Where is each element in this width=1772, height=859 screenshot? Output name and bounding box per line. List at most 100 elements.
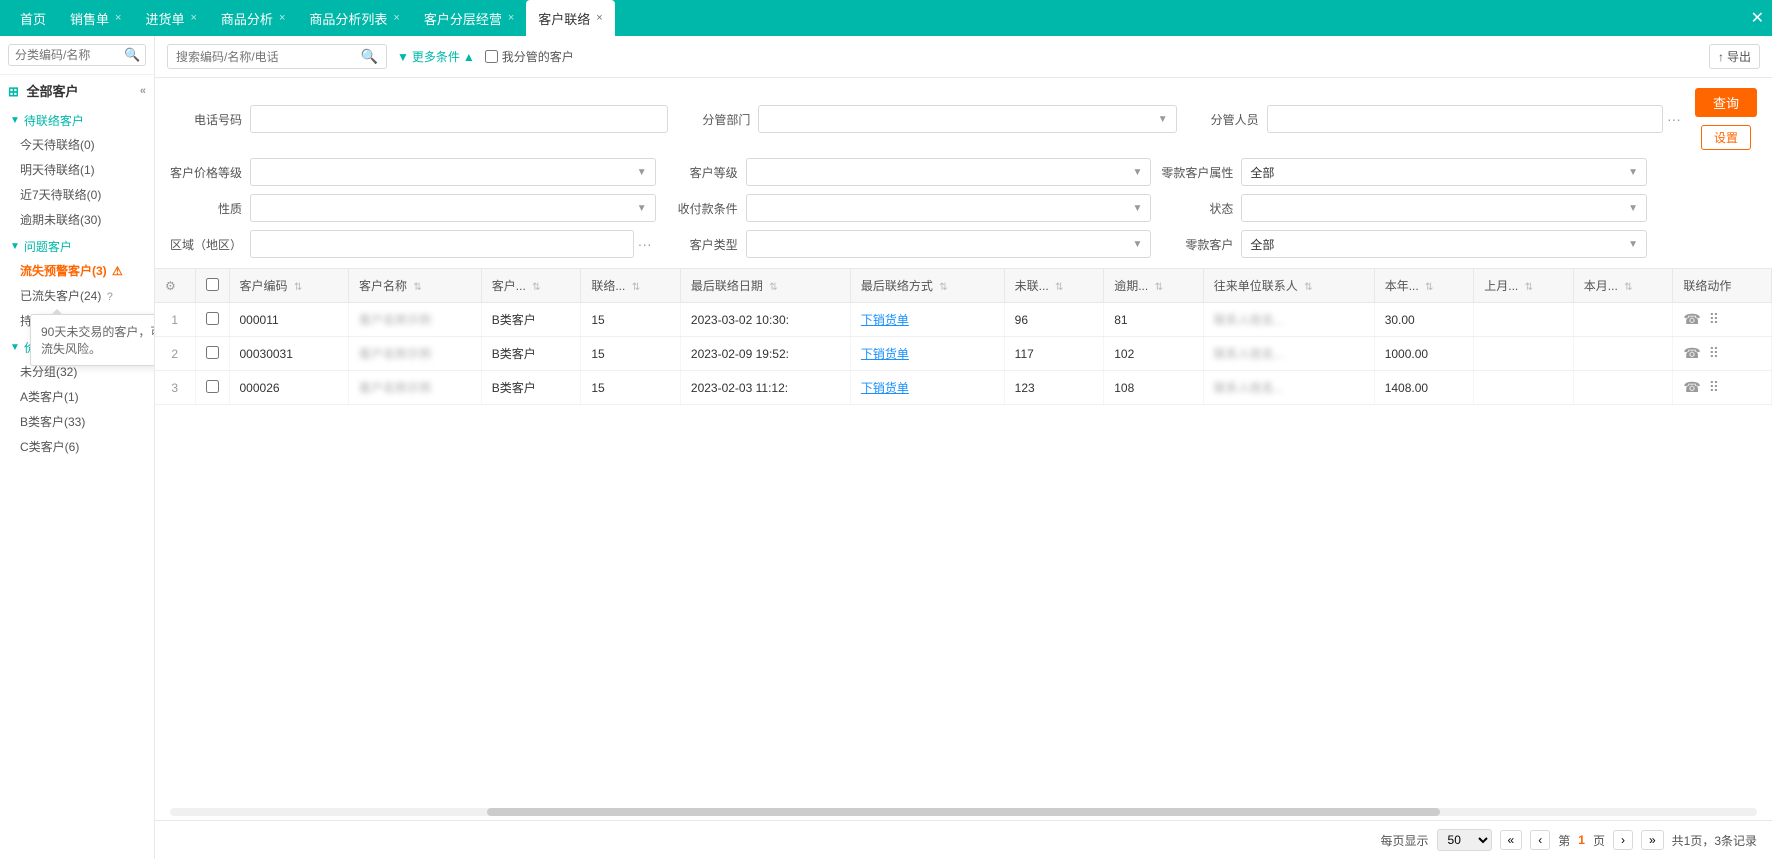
tab-purchase[interactable]: 进货单 × — [133, 0, 208, 36]
zero-sale-select[interactable]: 全部 ▼ — [1241, 230, 1647, 258]
tab-sales[interactable]: 销售单 × — [58, 0, 133, 36]
th-last-contact-date: 最后联络日期 ⇅ — [680, 269, 850, 303]
close-analysis-list-tab[interactable]: × — [393, 12, 399, 24]
zero-sale-attr-select[interactable]: 全部 ▼ — [1241, 158, 1647, 186]
sidebar-search-icon: 🔍 — [124, 47, 140, 63]
sort-icon-contact[interactable]: ⇅ — [632, 282, 640, 293]
table-row: 3000026客户名称示例B类客户152023-02-03 11:12:下销货单… — [155, 371, 1772, 405]
customer-type-select[interactable]: ▼ — [746, 230, 1152, 258]
sort-icon-lm[interactable]: ⇅ — [1525, 282, 1533, 293]
action-contact-icon[interactable]: ☎ — [1683, 311, 1700, 328]
sidebar-item-churn-warning[interactable]: 流失预警客户(3) ⚠ — [0, 258, 154, 283]
th-this-month: 本月... ⇅ — [1573, 269, 1673, 303]
close-sales-tab[interactable]: × — [115, 12, 121, 24]
tab-analysis[interactable]: 商品分析 × — [209, 0, 297, 36]
tab-customer-contact[interactable]: 客户联络 × — [526, 0, 614, 36]
manager-more-icon[interactable]: ··· — [1663, 111, 1685, 127]
cell-checkbox[interactable] — [195, 303, 229, 337]
region-input[interactable] — [250, 230, 634, 258]
more-conditions-button[interactable]: ▼ 更多条件 ▲ — [397, 48, 475, 65]
th-overdue: 逾期... ⇅ — [1104, 269, 1204, 303]
action-more-icon[interactable]: ⠿ — [1709, 345, 1719, 362]
sort-icon-name[interactable]: ⇅ — [413, 282, 421, 293]
cell-last-contact-method[interactable]: 下销货单 — [850, 303, 1004, 337]
close-analysis-tab[interactable]: × — [279, 12, 285, 24]
select-all-checkbox[interactable] — [206, 278, 219, 291]
sort-icon-cp[interactable]: ⇅ — [1304, 282, 1312, 293]
phone-input[interactable] — [250, 105, 668, 133]
sidebar-all-customers[interactable]: ⊞ 全部客户 « — [0, 75, 154, 106]
gender-select[interactable]: ▼ — [250, 194, 656, 222]
window-close-button[interactable]: ✕ — [1751, 8, 1764, 28]
action-more-icon[interactable]: ⠿ — [1709, 311, 1719, 328]
sort-icon-tm[interactable]: ⇅ — [1624, 282, 1632, 293]
query-settings-area: 查询 设置 — [1695, 88, 1757, 150]
manager-select[interactable] — [1267, 105, 1663, 133]
cell-checkbox[interactable] — [195, 371, 229, 405]
first-page-button[interactable]: « — [1500, 830, 1523, 850]
th-type-label: 客户... — [492, 279, 526, 293]
action-contact-icon[interactable]: ☎ — [1683, 345, 1700, 362]
cell-checkbox[interactable] — [195, 337, 229, 371]
sidebar-pending-contact-group[interactable]: ▼ 待联络客户 — [0, 106, 154, 132]
sort-icon-od[interactable]: ⇅ — [1155, 282, 1163, 293]
tab-customer-mgmt[interactable]: 客户分层经营 × — [412, 0, 526, 36]
th-action: 联络动作 — [1673, 269, 1772, 303]
next-page-button[interactable]: › — [1613, 830, 1633, 850]
close-customer-contact-tab[interactable]: × — [596, 12, 602, 24]
scrollbar-thumb[interactable] — [487, 808, 1439, 816]
action-contact-icon[interactable]: ☎ — [1683, 379, 1700, 396]
region-more-icon[interactable]: ··· — [634, 236, 656, 252]
region-label: 区域（地区） — [170, 236, 250, 253]
sidebar-item-today[interactable]: 今天待联络(0) — [0, 132, 154, 157]
th-contact: 联络... ⇅ — [581, 269, 681, 303]
sort-icon-type[interactable]: ⇅ — [532, 282, 540, 293]
sort-icon-code[interactable]: ⇅ — [294, 282, 302, 293]
sidebar-item-churned[interactable]: 已流失客户(24) ? — [0, 283, 154, 308]
grid-icon: ⊞ — [8, 84, 19, 99]
cell-overdue: 81 — [1104, 303, 1204, 337]
cell-last-contact-method[interactable]: 下销货单 — [850, 371, 1004, 405]
sidebar-item-7days[interactable]: 近7天待联络(0) — [0, 182, 154, 207]
close-customer-mgmt-tab[interactable]: × — [508, 12, 514, 24]
cell-index: 3 — [155, 371, 195, 405]
prev-page-button[interactable]: ‹ — [1530, 830, 1550, 850]
cell-last-contact-method[interactable]: 下销货单 — [850, 337, 1004, 371]
query-button[interactable]: 查询 — [1695, 88, 1757, 117]
per-page-select[interactable]: 50 100 200 — [1437, 829, 1492, 851]
sort-icon-lcm[interactable]: ⇅ — [939, 282, 947, 293]
price-level-select[interactable]: ▼ — [250, 158, 656, 186]
table-row: 1000011客户名称示例B类客户152023-03-02 10:30:下销货单… — [155, 303, 1772, 337]
export-button[interactable]: ↑ 导出 — [1709, 44, 1760, 69]
sidebar-item-class-a[interactable]: A类客户(1) — [0, 384, 154, 409]
my-customers-checkbox[interactable] — [485, 50, 498, 63]
tab-home[interactable]: 首页 — [8, 0, 58, 36]
sidebar-item-class-b[interactable]: B类客户(33) — [0, 409, 154, 434]
manager-label: 分管人员 — [1187, 111, 1267, 128]
sidebar-item-tomorrow[interactable]: 明天待联络(1) — [0, 157, 154, 182]
action-more-icon[interactable]: ⠿ — [1709, 379, 1719, 396]
chevron-up-icon: ▲ — [463, 50, 475, 64]
cell-action: ☎ ⠿ — [1673, 303, 1772, 337]
close-purchase-tab[interactable]: × — [190, 12, 196, 24]
department-select[interactable]: ▼ — [758, 105, 1176, 133]
sort-icon-ty[interactable]: ⇅ — [1425, 282, 1433, 293]
sidebar-problem-customers-group[interactable]: ▼ 问题客户 — [0, 232, 154, 258]
customer-type-label: 客户类型 — [666, 236, 746, 253]
sort-icon-lcd[interactable]: ⇅ — [769, 282, 777, 293]
sidebar-item-class-c[interactable]: C类客户(6) — [0, 434, 154, 459]
search-input[interactable] — [176, 50, 361, 64]
customer-level-select[interactable]: ▼ — [746, 158, 1152, 186]
filter-row-3: 性质 ▼ 收付款条件 ▼ 状态 — [170, 194, 1757, 222]
my-customers-checkbox-area: 我分管的客户 — [485, 48, 574, 65]
settings-button[interactable]: 设置 — [1701, 125, 1751, 150]
sort-icon-nc[interactable]: ⇅ — [1055, 282, 1063, 293]
payment-select[interactable]: ▼ — [746, 194, 1152, 222]
tab-analysis-list[interactable]: 商品分析列表 × — [297, 0, 411, 36]
last-page-button[interactable]: » — [1641, 830, 1664, 850]
scrollbar-track[interactable] — [170, 808, 1757, 816]
sidebar-item-overdue[interactable]: 逾期未联络(30) — [0, 207, 154, 232]
status-select[interactable]: ▼ — [1241, 194, 1647, 222]
search-button[interactable]: 🔍 — [361, 48, 378, 65]
settings-icon[interactable]: ⚙ — [165, 279, 176, 293]
